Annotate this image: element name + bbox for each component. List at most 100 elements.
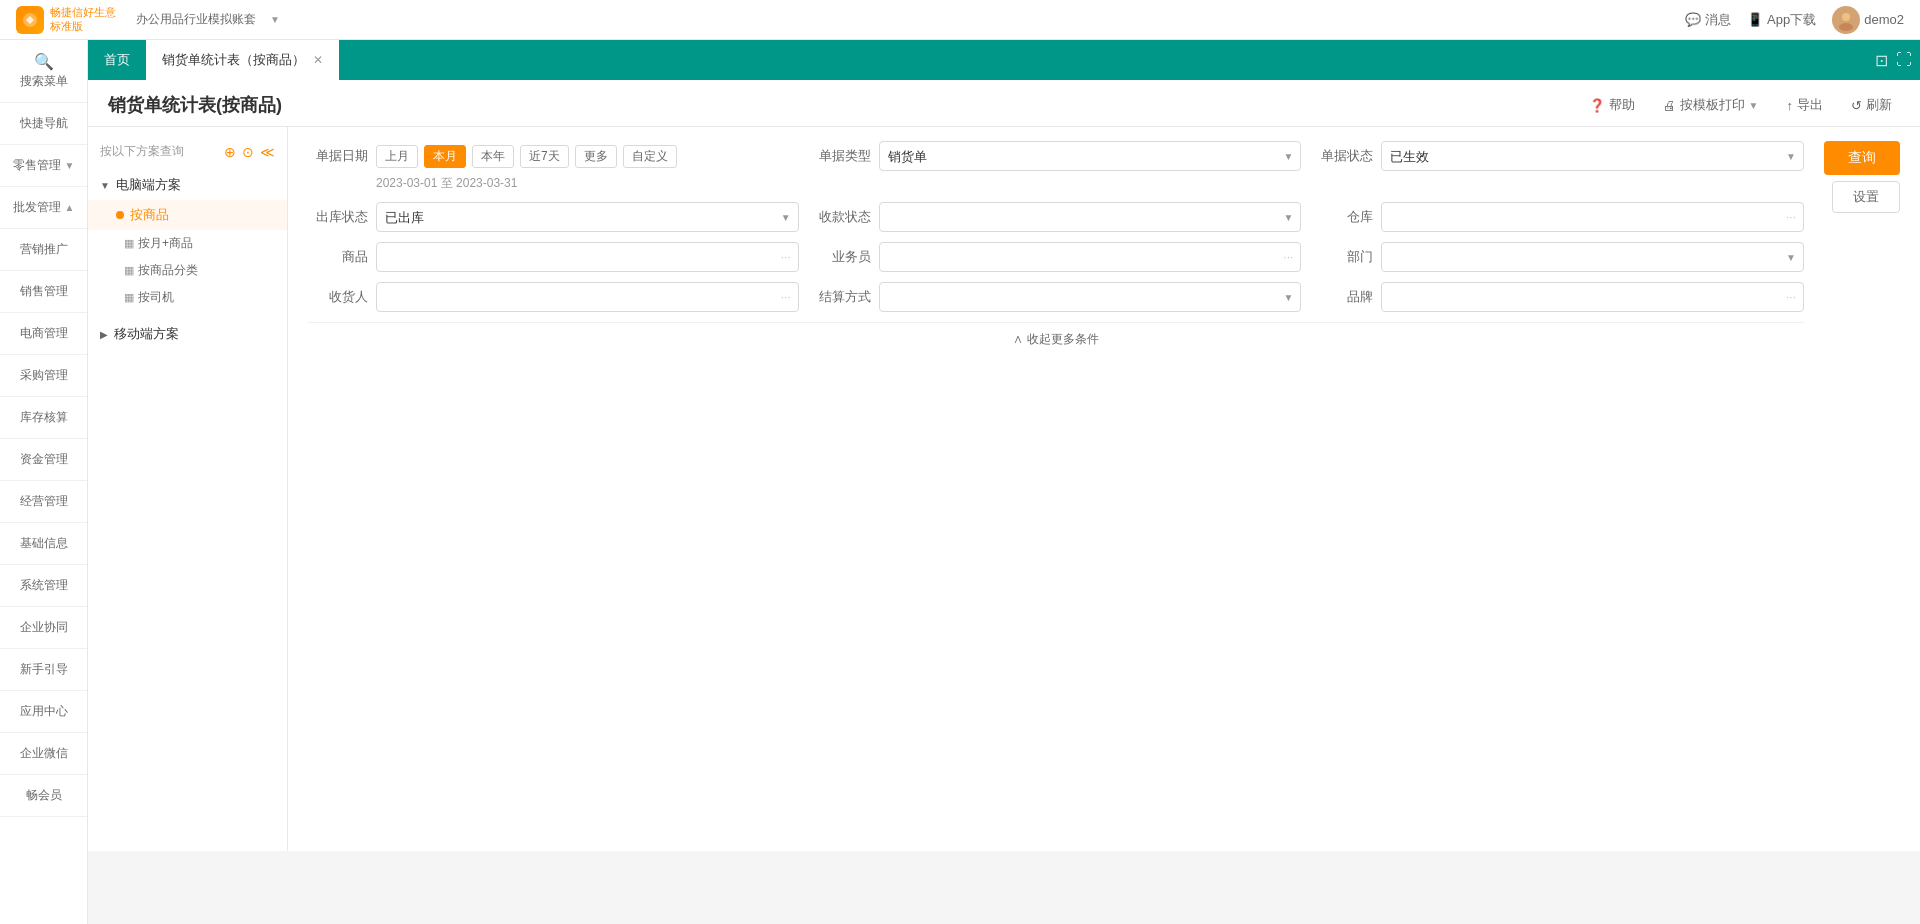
filter-department: 部门 ▼ xyxy=(1313,242,1804,272)
print-dropdown-icon[interactable]: ▼ xyxy=(1749,100,1759,111)
scheme-settings-icon[interactable]: ⊙ xyxy=(242,144,254,160)
settlement-select[interactable] xyxy=(879,282,1302,312)
phone-icon: 📱 xyxy=(1747,12,1763,27)
scheme-group-desktop: ▼ 电脑端方案 按商品 ▦ 按月+商品 ▦ 按 xyxy=(88,166,287,315)
sidebar-item-quicknav[interactable]: 快捷导航 xyxy=(0,103,87,145)
filter-goods: 商品 ··· xyxy=(308,242,799,272)
sidebar: 🔍 搜索菜单 快捷导航 零售管理 ▼ 批发管理 ▲ 营销推广 销售管理 电商管理… xyxy=(0,40,88,924)
sidebar-item-retail[interactable]: 零售管理 ▼ xyxy=(0,145,87,187)
sidebar-item-weixin[interactable]: 企业微信 xyxy=(0,733,87,775)
brand-input[interactable] xyxy=(1381,282,1804,312)
query-button[interactable]: 查询 xyxy=(1824,141,1900,175)
date-btn-this-year[interactable]: 本年 xyxy=(472,145,514,168)
active-dot xyxy=(116,211,124,219)
doc-type-select[interactable]: 销货单 xyxy=(879,141,1302,171)
sidebar-item-enterprise[interactable]: 企业协同 xyxy=(0,607,87,649)
date-btn-this-month[interactable]: 本月 xyxy=(424,145,466,168)
search-icon: 🔍 xyxy=(34,52,54,71)
filter-doc-status: 单据状态 已生效 ▼ xyxy=(1313,141,1804,171)
system-name: 办公用品行业模拟账套 xyxy=(136,11,256,28)
date-range-display: 2023-03-01 至 2023-03-31 xyxy=(376,175,1804,192)
sub-icon-monthly: ▦ xyxy=(124,237,134,250)
sidebar-item-wholesale[interactable]: 批发管理 ▲ xyxy=(0,187,87,229)
sidebar-item-basic[interactable]: 基础信息 xyxy=(0,523,87,565)
filter-brand: 品牌 ··· xyxy=(1313,282,1804,312)
scheme-panel-header: 按以下方案查询 ⊕ ⊙ ≪ xyxy=(88,137,287,166)
scheme-sub-goods-category[interactable]: ▦ 按商品分类 xyxy=(88,257,287,284)
tab-close-icon[interactable]: ✕ xyxy=(313,53,323,67)
template-print-btn[interactable]: 🖨 按模板打印 ▼ xyxy=(1655,92,1767,118)
svg-point-2 xyxy=(1839,23,1853,31)
doc-status-select[interactable]: 已生效 xyxy=(1381,141,1804,171)
scheme-group-desktop-header[interactable]: ▼ 电脑端方案 xyxy=(88,170,287,200)
filter-doc-type: 单据类型 销货单 ▼ xyxy=(811,141,1302,171)
avatar xyxy=(1832,6,1860,34)
logo-icon xyxy=(16,6,44,34)
user-area[interactable]: demo2 xyxy=(1832,6,1904,34)
export-btn[interactable]: ↑ 导出 xyxy=(1779,92,1832,118)
page-header: 销货单统计表(按商品) ❓ 帮助 🖨 按模板打印 ▼ ↑ 导出 xyxy=(88,80,1920,127)
sidebar-item-finance[interactable]: 资金管理 xyxy=(0,439,87,481)
sidebar-item-ecommerce[interactable]: 电商管理 xyxy=(0,313,87,355)
expand-icon-2: ▲ xyxy=(65,202,75,213)
sidebar-item-newbie[interactable]: 新手引导 xyxy=(0,649,87,691)
print-icon: 🖨 xyxy=(1663,98,1676,113)
sub-icon-driver: ▦ xyxy=(124,291,134,304)
filter-settlement: 结算方式 ▼ xyxy=(811,282,1302,312)
receiver-input[interactable] xyxy=(376,282,799,312)
date-btn-last-month[interactable]: 上月 xyxy=(376,145,418,168)
scheme-sub-monthly-goods[interactable]: ▦ 按月+商品 xyxy=(88,230,287,257)
date-btn-7days[interactable]: 近7天 xyxy=(520,145,569,168)
sidebar-item-system[interactable]: 系统管理 xyxy=(0,565,87,607)
scheme-add-icon[interactable]: ⊕ xyxy=(224,144,236,160)
help-btn[interactable]: ❓ 帮助 xyxy=(1581,92,1643,118)
app-download-btn[interactable]: 📱 App下载 xyxy=(1747,11,1816,29)
tab-restore-icon[interactable]: ⊡ xyxy=(1875,51,1888,70)
refresh-icon: ↺ xyxy=(1851,98,1862,113)
sidebar-item-sales[interactable]: 销售管理 xyxy=(0,271,87,313)
goods-input[interactable] xyxy=(376,242,799,272)
logo: 畅捷信好生意 标准版 xyxy=(16,6,116,34)
system-dropdown-icon[interactable]: ▼ xyxy=(270,14,280,25)
filter-warehouse: 仓库 ··· xyxy=(1313,202,1804,232)
tab-sales-stat[interactable]: 销货单统计表（按商品） ✕ xyxy=(146,40,339,80)
scheme-sub-driver[interactable]: ▦ 按司机 xyxy=(88,284,287,311)
sidebar-item-operation[interactable]: 经营管理 xyxy=(0,481,87,523)
sidebar-item-search[interactable]: 🔍 搜索菜单 xyxy=(0,40,87,103)
warehouse-status-select[interactable]: 已出库 xyxy=(376,202,799,232)
tab-bar: 首页 销货单统计表（按商品） ✕ ⊡ ⛶ xyxy=(88,40,1920,80)
message-btn[interactable]: 💬 消息 xyxy=(1685,11,1731,29)
filter-salesperson: 业务员 ··· xyxy=(811,242,1302,272)
logo-text: 畅捷信好生意 标准版 xyxy=(50,6,116,32)
content-area: 首页 销货单统计表（按商品） ✕ ⊡ ⛶ 销货单统计表(按商品) ❓ 帮助 xyxy=(88,40,1920,924)
sidebar-item-vip[interactable]: 畅会员 xyxy=(0,775,87,817)
sidebar-item-appstore[interactable]: 应用中心 xyxy=(0,691,87,733)
help-icon: ❓ xyxy=(1589,98,1605,113)
salesperson-input[interactable] xyxy=(879,242,1302,272)
filter-receiver: 收货人 ··· xyxy=(308,282,799,312)
expand-icon: ▼ xyxy=(65,160,75,171)
warehouse-input[interactable] xyxy=(1381,202,1804,232)
sidebar-item-marketing[interactable]: 营销推广 xyxy=(0,229,87,271)
filter-payment-status: 收款状态 ▼ xyxy=(811,202,1302,232)
scheme-item-by-goods[interactable]: 按商品 xyxy=(88,200,287,230)
empty-state: ✦ ✦ ✦ 1 请先选择要分析的方案 2 用[过滤]条件来缩小分析范围 xyxy=(891,851,1116,924)
settings-button[interactable]: 设置 xyxy=(1832,181,1900,213)
sidebar-item-inventory[interactable]: 库存核算 xyxy=(0,397,87,439)
date-btn-more[interactable]: 更多 xyxy=(575,145,617,168)
tab-maximize-icon[interactable]: ⛶ xyxy=(1896,51,1912,69)
message-icon: 💬 xyxy=(1685,12,1701,27)
export-icon: ↑ xyxy=(1787,98,1794,113)
payment-status-select[interactable] xyxy=(879,202,1302,232)
scheme-group-mobile-header[interactable]: ▶ 移动端方案 xyxy=(88,319,287,349)
sidebar-item-purchase[interactable]: 采购管理 xyxy=(0,355,87,397)
page-actions: ❓ 帮助 🖨 按模板打印 ▼ ↑ 导出 ↺ 刷新 xyxy=(1581,92,1900,118)
date-btn-custom[interactable]: 自定义 xyxy=(623,145,677,168)
scheme-collapse-icon[interactable]: ≪ xyxy=(260,144,275,160)
tab-home[interactable]: 首页 xyxy=(88,40,146,80)
page-title: 销货单统计表(按商品) xyxy=(108,93,282,117)
refresh-btn[interactable]: ↺ 刷新 xyxy=(1843,92,1900,118)
collapse-bar[interactable]: ∧ 收起更多条件 xyxy=(308,322,1804,356)
sub-icon-category: ▦ xyxy=(124,264,134,277)
department-select[interactable] xyxy=(1381,242,1804,272)
